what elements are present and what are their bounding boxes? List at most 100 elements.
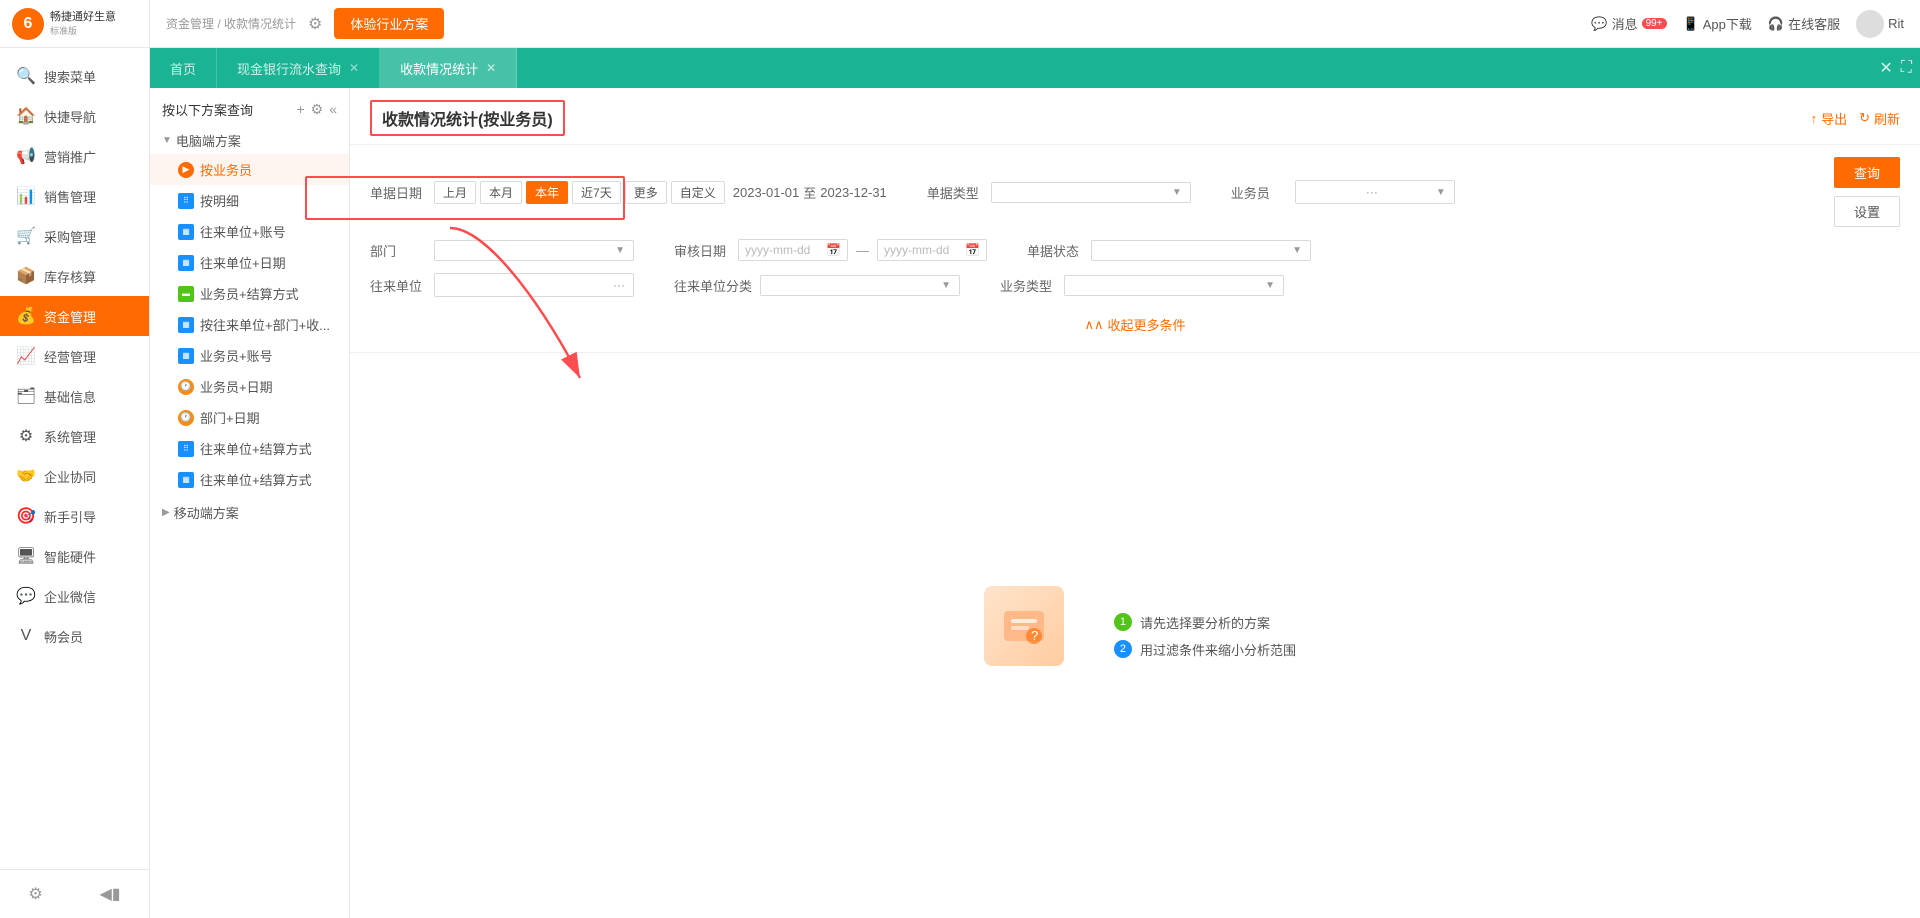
sidebar-item-inventory[interactable]: 📦 库存核算 bbox=[0, 256, 149, 296]
date-btn-last-month[interactable]: 上月 bbox=[434, 181, 476, 204]
vip-icon: V bbox=[16, 626, 36, 646]
sidebar-item-finance[interactable]: 💰 资金管理 bbox=[0, 296, 149, 336]
logo-icon: 6 bbox=[12, 8, 44, 40]
messages-label: 消息 bbox=[1612, 14, 1638, 33]
export-btn[interactable]: ↑ 导出 bbox=[1811, 109, 1848, 128]
sidebar-item-wechat[interactable]: 💬 企业微信 bbox=[0, 576, 149, 616]
svg-text:?: ? bbox=[1031, 628, 1038, 643]
sidebar-item-search[interactable]: 🔍 搜索菜单 bbox=[0, 56, 149, 96]
scheme-item-partner-dept-recv[interactable]: ▦ 按往来单位+部门+收... bbox=[150, 309, 349, 340]
user-info[interactable]: Rit bbox=[1856, 10, 1904, 38]
partner-label: 往来单位 bbox=[370, 276, 426, 295]
sidebar-item-business[interactable]: 📈 经营管理 bbox=[0, 336, 149, 376]
online-service-btn[interactable]: 🎧 在线客服 bbox=[1768, 14, 1840, 33]
scheme-item-partner-date-label: 往来单位+日期 bbox=[200, 253, 286, 272]
scheme-settings-btn[interactable]: ⚙ bbox=[311, 101, 324, 118]
sidebar-item-basic[interactable]: 🗂 基础信息 bbox=[0, 376, 149, 416]
biz-type-select[interactable]: ▼ bbox=[1064, 275, 1284, 296]
sidebar-item-vip[interactable]: V 畅会员 bbox=[0, 616, 149, 656]
setting-btn[interactable]: 设置 bbox=[1834, 196, 1900, 227]
review-to-input[interactable]: yyyy-mm-dd 📅 bbox=[877, 239, 987, 261]
group-desktop-label: 电脑端方案 bbox=[176, 131, 241, 150]
close-all-btn[interactable]: ✕ bbox=[1879, 58, 1892, 78]
refresh-label: 刷新 bbox=[1874, 109, 1900, 128]
partner-category-select[interactable]: ▼ bbox=[760, 275, 960, 296]
topbar-gear-icon[interactable]: ⚙ bbox=[308, 14, 322, 34]
sidebar-item-search-label: 搜索菜单 bbox=[44, 67, 96, 86]
sales-icon: 📊 bbox=[16, 186, 36, 206]
sidebar-bottom: ⚙ ◀▮ bbox=[0, 869, 149, 918]
scheme-item-by-detail[interactable]: ⠿ 按明细 bbox=[150, 185, 349, 216]
right-panel: 收款情况统计(按业务员) ↑ 导出 ↻ 刷新 bbox=[350, 88, 1920, 918]
scheme-item-salesman-account-label: 业务员+账号 bbox=[200, 346, 273, 365]
filter-partner-category-item: 往来单位分类 ▼ bbox=[674, 275, 960, 296]
sidebar-item-system-label: 系统管理 bbox=[44, 427, 96, 446]
maximize-btn[interactable]: ⛶ bbox=[1901, 58, 1912, 78]
scheme-item-partner-account[interactable]: ▦ 往来单位+账号 bbox=[150, 216, 349, 247]
scheme-item-partner-settle2[interactable]: ▦ 往来单位+结算方式 bbox=[150, 464, 349, 495]
filter-row-1: 单据日期 上月 本月 本年 近7天 更多 自定义 2023-01-01 至 bbox=[370, 157, 1900, 227]
hardware-icon: 🖥 bbox=[16, 546, 36, 566]
date-btn-7days[interactable]: 近7天 bbox=[572, 181, 621, 204]
date-separator: 至 bbox=[803, 183, 816, 202]
doctype-select[interactable]: ▼ bbox=[991, 182, 1191, 203]
partner-select[interactable]: ··· bbox=[434, 273, 634, 297]
scheme-item-salesman-account[interactable]: ▦ 业务员+账号 bbox=[150, 340, 349, 371]
sidebar-item-hardware[interactable]: 🖥 智能硬件 bbox=[0, 536, 149, 576]
scheme-item-salesman-date[interactable]: 🕐 业务员+日期 bbox=[150, 371, 349, 402]
scheme-group-mobile-title[interactable]: ▶ 移动端方案 bbox=[150, 499, 349, 526]
tab-receipt[interactable]: 收款情况统计 ✕ bbox=[380, 48, 517, 88]
sidebar-item-purchase[interactable]: 🛒 采购管理 bbox=[0, 216, 149, 256]
sidebar-collapse-btn[interactable]: ◀▮ bbox=[91, 880, 128, 908]
sidebar-item-shortcut[interactable]: 🏠 快捷导航 bbox=[0, 96, 149, 136]
dept-select[interactable]: ▼ bbox=[434, 240, 634, 261]
left-panel-header: 按以下方案查询 + ⚙ « bbox=[150, 100, 349, 127]
tab-bank-close[interactable]: ✕ bbox=[349, 61, 359, 75]
tab-receipt-close[interactable]: ✕ bbox=[486, 61, 496, 75]
empty-illustration: ? bbox=[974, 576, 1074, 676]
scheme-item-partner-date[interactable]: ▦ 往来单位+日期 bbox=[150, 247, 349, 278]
sidebar-item-sales[interactable]: 📊 销售管理 bbox=[0, 176, 149, 216]
finance-icon: 💰 bbox=[16, 306, 36, 326]
inventory-icon: 📦 bbox=[16, 266, 36, 286]
sidebar-item-purchase-label: 采购管理 bbox=[44, 227, 96, 246]
filter-row-2: 部门 ▼ 审核日期 yyyy-mm-dd 📅 — bbox=[370, 239, 1900, 261]
date-btn-this-year[interactable]: 本年 bbox=[526, 181, 568, 204]
refresh-btn[interactable]: ↻ 刷新 bbox=[1859, 109, 1900, 128]
salesman-select[interactable]: ··· ▼ bbox=[1295, 180, 1455, 204]
date-range-display: 2023-01-01 至 2023-12-31 bbox=[733, 183, 887, 202]
collapse-bar[interactable]: ∧∧ 收起更多条件 bbox=[370, 309, 1900, 340]
empty-tips: 1 请先选择要分析的方案 2 用过滤条件来缩小分析范围 bbox=[1114, 613, 1296, 659]
sidebar-item-corp[interactable]: 🤝 企业协同 bbox=[0, 456, 149, 496]
tab-bank[interactable]: 现金银行流水查询 ✕ bbox=[217, 48, 380, 88]
sidebar-item-system[interactable]: ⚙ 系统管理 bbox=[0, 416, 149, 456]
scheme-item-dept-date[interactable]: 🕐 部门+日期 bbox=[150, 402, 349, 433]
review-to-placeholder: yyyy-mm-dd bbox=[884, 243, 949, 257]
scheme-group-desktop-title[interactable]: ▼ 电脑端方案 bbox=[150, 127, 349, 154]
app-download-btn[interactable]: 📱 App下载 bbox=[1683, 14, 1752, 33]
doc-status-label: 单据状态 bbox=[1027, 241, 1083, 260]
date-btn-more[interactable]: 更多 bbox=[625, 181, 667, 204]
date-btn-this-month[interactable]: 本月 bbox=[480, 181, 522, 204]
sidebar-item-guide[interactable]: 🎯 新手引导 bbox=[0, 496, 149, 536]
add-scheme-btn[interactable]: + bbox=[296, 101, 304, 118]
empty-state: ? 1 请先选择要分析的方案 2 用过滤条件来缩小分析范围 bbox=[350, 353, 1920, 918]
scheme-item-by-salesman[interactable]: ▶ 按业务员 bbox=[150, 154, 349, 185]
doc-status-select[interactable]: ▼ bbox=[1091, 240, 1311, 261]
scheme-item-salesman-settle[interactable]: ▬ 业务员+结算方式 bbox=[150, 278, 349, 309]
collapse-panel-btn[interactable]: « bbox=[329, 101, 337, 118]
tab-home[interactable]: 首页 bbox=[150, 48, 217, 88]
sidebar-item-marketing[interactable]: 📢 营销推广 bbox=[0, 136, 149, 176]
date-btn-custom[interactable]: 自定义 bbox=[671, 181, 725, 204]
messages-btn[interactable]: 💬 消息 99+ bbox=[1591, 14, 1666, 33]
sidebar-settings-btn[interactable]: ⚙ bbox=[20, 880, 50, 908]
sidebar-item-basic-label: 基础信息 bbox=[44, 387, 96, 406]
query-btn[interactable]: 查询 bbox=[1834, 157, 1900, 188]
app-logo: 6 畅捷通好生意 标准版 bbox=[0, 0, 149, 48]
review-date-label: 审核日期 bbox=[674, 241, 730, 260]
tip-text-1: 请先选择要分析的方案 bbox=[1140, 613, 1270, 632]
scheme-item-partner-settle1[interactable]: ⠿ 往来单位+结算方式 bbox=[150, 433, 349, 464]
trial-btn[interactable]: 体验行业方案 bbox=[334, 8, 444, 39]
sidebar-nav: 🔍 搜索菜单 🏠 快捷导航 📢 营销推广 📊 销售管理 🛒 采购管理 📦 库存核… bbox=[0, 48, 149, 869]
review-from-input[interactable]: yyyy-mm-dd 📅 bbox=[738, 239, 848, 261]
